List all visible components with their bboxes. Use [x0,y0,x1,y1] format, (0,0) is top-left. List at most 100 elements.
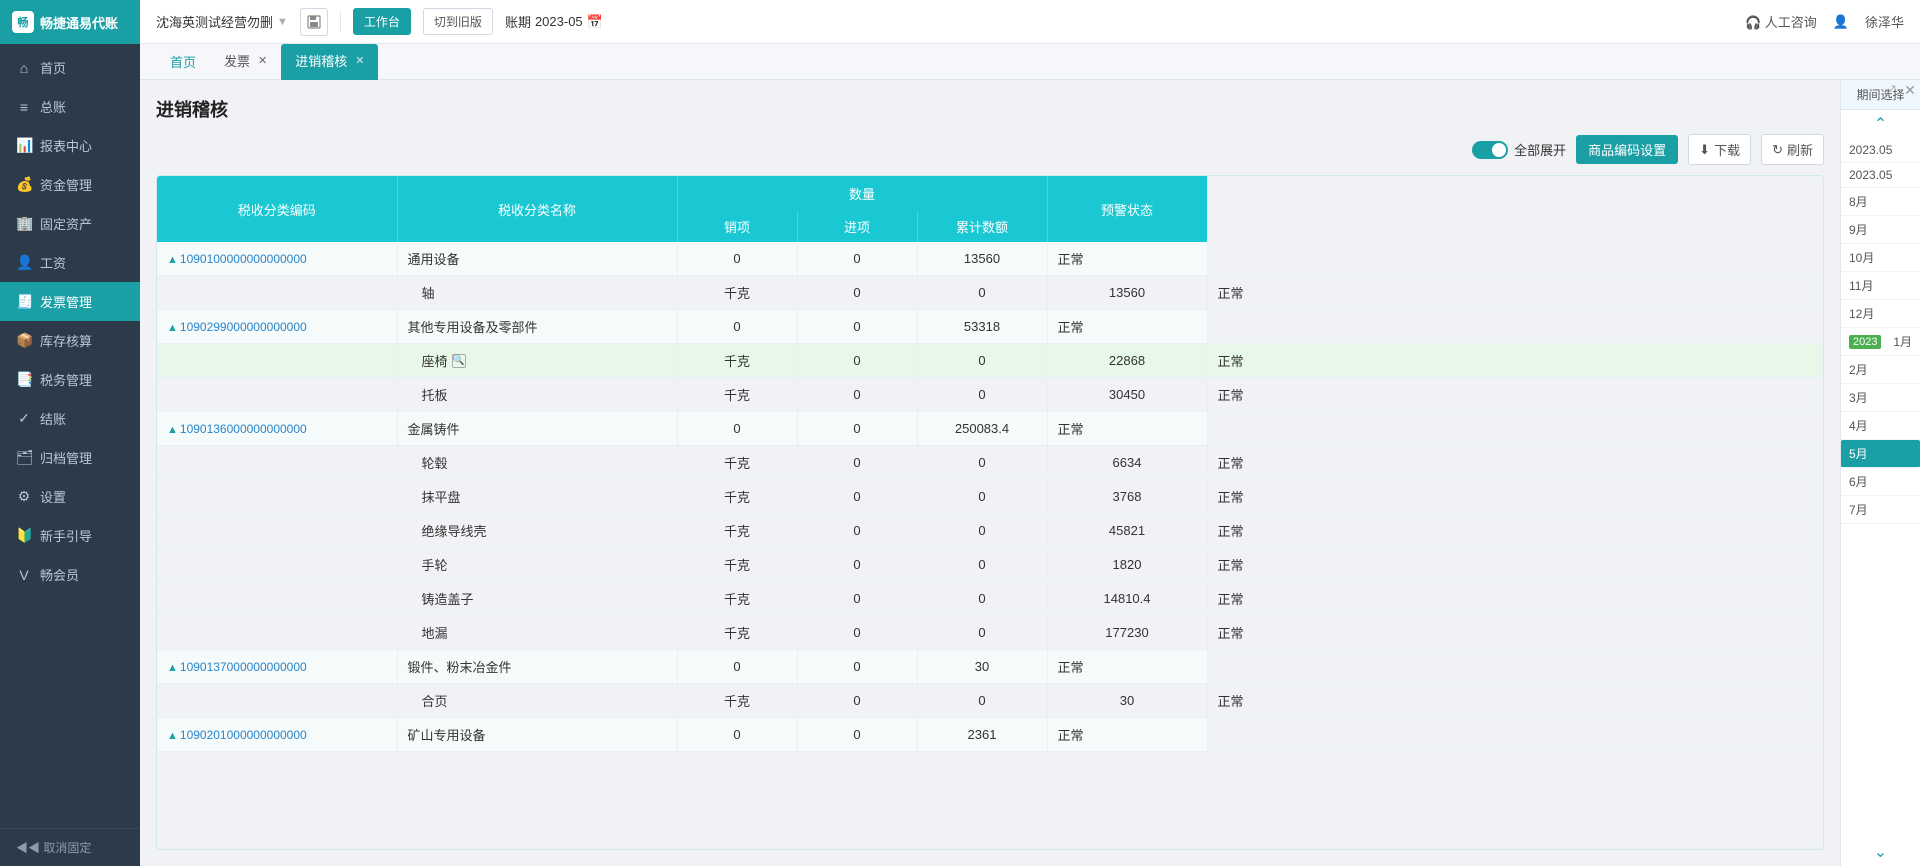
assets-icon: 🏢 [16,215,32,232]
item-name: 手轮 [422,558,448,573]
save-button[interactable] [300,8,328,36]
table-row[interactable]: 手轮 千克 0 0 1820 正常 [157,548,1823,582]
sales-cell: 0 [797,548,917,582]
purchase-cell: 0 [917,344,1047,378]
sidebar-item-guide[interactable]: 🔰 新手引导 [0,516,140,555]
period-item[interactable]: 11月 [1841,272,1920,300]
tax-code-cell [157,684,397,718]
total-cell: 3768 [1047,480,1207,514]
table-row[interactable]: 地漏 千克 0 0 177230 正常 [157,616,1823,650]
table-row[interactable]: 座椅🔍 千克 0 0 22868 正常 [157,344,1823,378]
tab-reconcile-close[interactable]: ✕ [355,54,364,67]
status-cell: 正常 [1207,582,1823,616]
sidebar-item-member[interactable]: V 畅会员 [0,555,140,594]
sidebar-item-fund[interactable]: 💰 资金管理 [0,165,140,204]
purchase-cell: 0 [917,514,1047,548]
sales-cell: 0 [797,446,917,480]
refresh-button[interactable]: ↻ 刷新 [1761,134,1824,165]
download-button[interactable]: ⬇ 下载 [1688,134,1751,165]
sidebar-item-home[interactable]: ⌂ 首页 [0,48,140,87]
purchase-cell: 0 [917,480,1047,514]
company-selector[interactable]: 沈海英测试经营勿删 ▼ [156,12,288,31]
ai-consult[interactable]: 🎧 人工咨询 [1745,12,1817,31]
period-item[interactable]: 3月 [1841,384,1920,412]
expand-all-toggle[interactable]: 全部展开 [1472,140,1566,159]
sidebar-item-archive[interactable]: 🗂 归档管理 [0,438,140,477]
search-icon[interactable]: 🔍 [452,354,466,368]
tab-invoice[interactable]: 发票 ✕ [210,44,281,80]
period-item[interactable]: 2023.05 [1841,163,1920,188]
period-item[interactable]: 10月 [1841,244,1920,272]
chevron-down-icon: ▼ [277,16,288,28]
reconcile-table: 税收分类编码 税收分类名称 数量 预警状态 销项 进项 累计数额 [157,176,1823,752]
period-value: 2023-05 [535,14,583,29]
period-item[interactable]: 20231月 [1841,328,1920,356]
table-row[interactable]: ▲1090201000000000000 矿山专用设备 0 0 2361 正常 [157,718,1823,752]
home-icon: ⌂ [16,60,32,76]
tax-name-cell: 轮毂 [397,446,677,480]
sidebar-item-tax[interactable]: 📑 税务管理 [0,360,140,399]
table-row[interactable]: 托板 千克 0 0 30450 正常 [157,378,1823,412]
period-item[interactable]: 4月 [1841,412,1920,440]
sidebar-item-settlement[interactable]: ✓ 结账 [0,399,140,438]
unit-cell: 千克 [677,344,797,378]
panel-scroll-up[interactable]: ⌃ [1841,110,1920,138]
period-item[interactable]: 2月 [1841,356,1920,384]
close-panel-button[interactable]: ✕ [1900,80,1920,100]
table-row[interactable]: 合页 千克 0 0 30 正常 [157,684,1823,718]
panel-scroll-down[interactable]: ⌄ [1841,838,1920,866]
switch-old-button[interactable]: 切到旧版 [423,8,493,35]
unit-cell: 千克 [677,684,797,718]
sidebar-item-label: 结账 [40,409,66,428]
period-display: 账期 2023-05 📅 [505,12,603,31]
tab-home[interactable]: 首页 [156,44,210,80]
workbench-button[interactable]: 工作台 [353,8,411,35]
period-item[interactable]: 2023.05 [1841,138,1920,163]
expand-switch[interactable] [1472,141,1508,159]
table-row[interactable]: 抹平盘 千克 0 0 3768 正常 [157,480,1823,514]
sidebar-item-label: 工资 [40,253,66,272]
item-name: 座椅 [422,351,448,370]
calendar-icon[interactable]: 📅 [587,14,603,30]
table-row[interactable]: ▲1090100000000000000 通用设备 0 0 13560 正常 [157,242,1823,276]
purchase-cell: 0 [917,616,1047,650]
period-item[interactable]: 7月 [1841,496,1920,524]
table-row[interactable]: 轮毂 千克 0 0 6634 正常 [157,446,1823,480]
sidebar-item-inventory[interactable]: 📦 库存核算 [0,321,140,360]
table-row[interactable]: 绝缘导线壳 千克 0 0 45821 正常 [157,514,1823,548]
purchase-cell: 0 [797,650,917,684]
sidebar-item-settings[interactable]: ⚙ 设置 [0,477,140,516]
period-item[interactable]: 8月 [1841,188,1920,216]
tab-reconcile[interactable]: 进销稽核 ✕ [281,44,378,80]
period-item[interactable]: 5月 [1841,440,1920,468]
tab-invoice-close[interactable]: ✕ [258,54,267,67]
period-item[interactable]: 6月 [1841,468,1920,496]
purchase-cell: 0 [917,548,1047,582]
sidebar-item-report[interactable]: 📊 报表中心 [0,126,140,165]
period-label: 2023.05 [1849,143,1892,157]
tax-code-cell [157,582,397,616]
table-row[interactable]: 轴 千克 0 0 13560 正常 [157,276,1823,310]
sidebar-item-label: 资金管理 [40,175,92,194]
refresh-icon: ↻ [1772,142,1783,158]
sidebar-item-ledger[interactable]: ≡ 总账 [0,87,140,126]
table-row[interactable]: ▲1090136000000000000 金属铸件 0 0 250083.4 正… [157,412,1823,446]
sidebar-pin-toggle[interactable]: ◀◀ 取消固定 [0,828,140,866]
col-total: 累计数额 [917,211,1047,242]
product-code-button[interactable]: 商品编码设置 [1576,135,1678,164]
unit-cell: 千克 [677,276,797,310]
sidebar-item-salary[interactable]: 👤 工资 [0,243,140,282]
sidebar-item-assets[interactable]: 🏢 固定资产 [0,204,140,243]
sales-cell: 0 [797,616,917,650]
expand-panel-button[interactable]: ⤢ [1880,80,1900,100]
period-item[interactable]: 9月 [1841,216,1920,244]
sales-cell: 0 [797,344,917,378]
table-row[interactable]: ▲1090137000000000000 锻件、粉末冶金件 0 0 30 正常 [157,650,1823,684]
col-warning: 预警状态 [1047,176,1207,242]
sidebar-item-invoice[interactable]: 🧾 发票管理 [0,282,140,321]
period-item[interactable]: 12月 [1841,300,1920,328]
fund-icon: 💰 [16,176,32,193]
table-row[interactable]: ▲1090299000000000000 其他专用设备及零部件 0 0 5331… [157,310,1823,344]
sales-cell: 0 [677,650,797,684]
table-row[interactable]: 铸造盖子 千克 0 0 14810.4 正常 [157,582,1823,616]
